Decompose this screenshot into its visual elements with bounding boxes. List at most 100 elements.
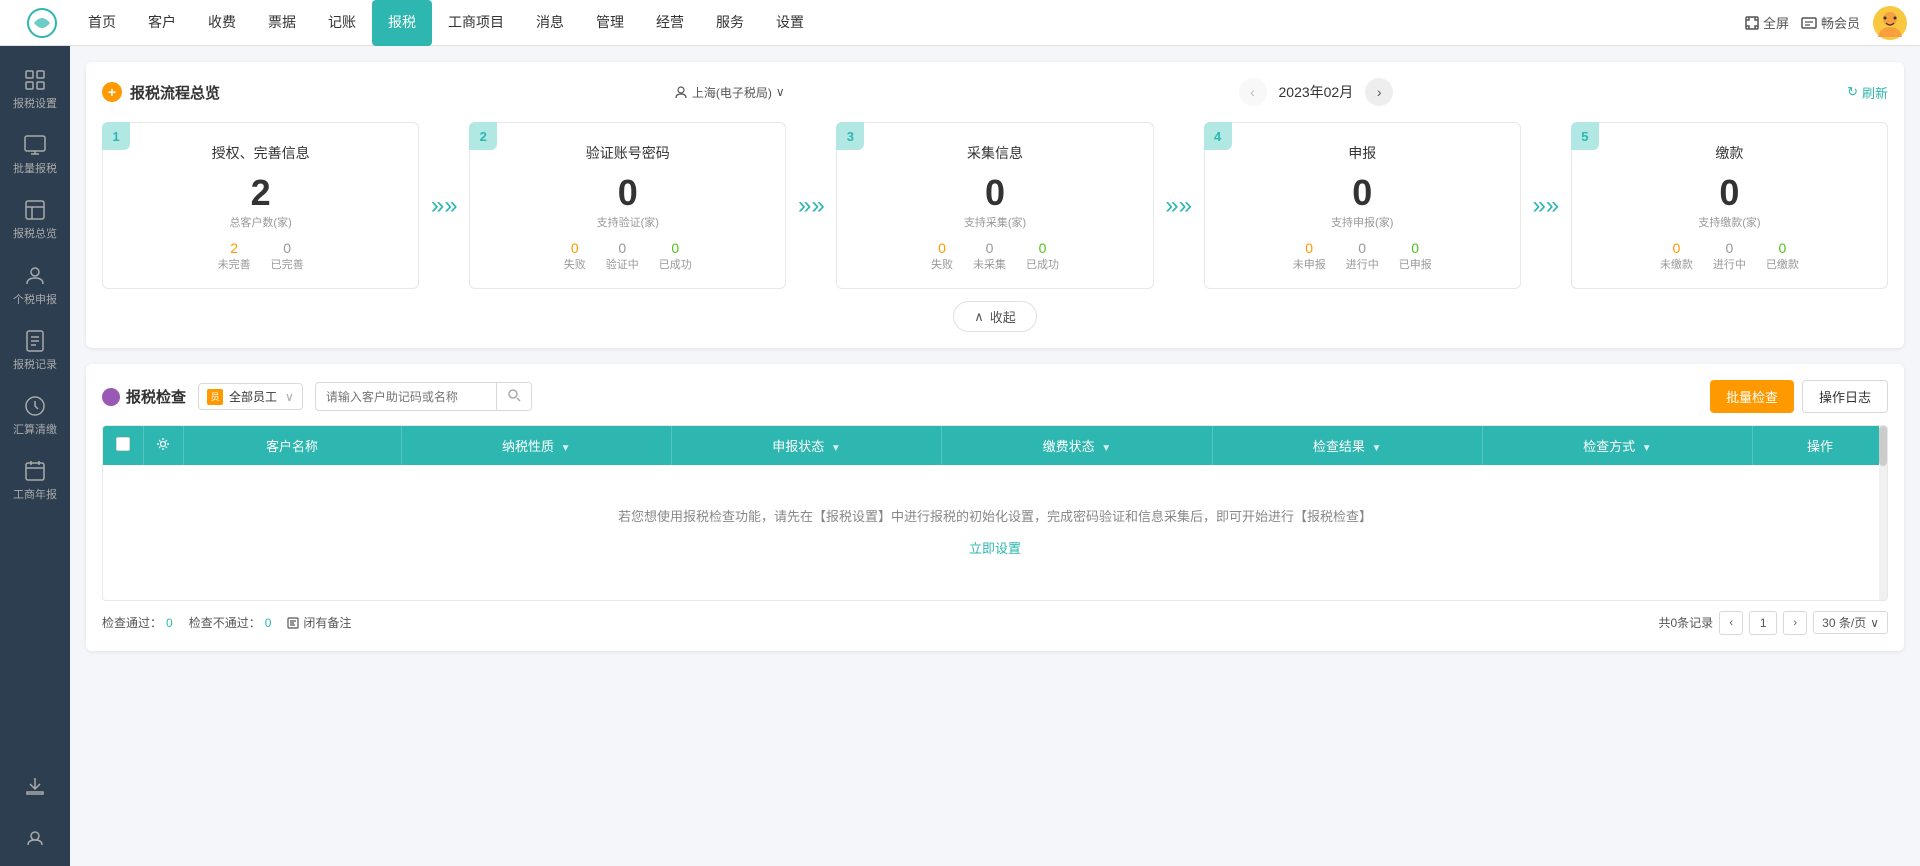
nav-item-收费[interactable]: 收费 [192, 0, 252, 46]
step-stat: 0 已成功 [1026, 240, 1059, 272]
step-stat: 0 已缴款 [1766, 240, 1799, 272]
search-input[interactable] [316, 385, 496, 409]
next-month-button[interactable]: › [1365, 78, 1393, 106]
nav-item-服务[interactable]: 服务 [700, 0, 760, 46]
prev-page-button[interactable]: ‹ [1719, 611, 1743, 635]
empty-tip-line1: 若您想使用报税检查功能，请先在【报税设置】中进行报税的初始化设置，完成密码验证和… [119, 505, 1871, 528]
nav-item-管理[interactable]: 管理 [580, 0, 640, 46]
step-card-3: 4 申报 0 支持申报(家) 0 未申报 0 进行中 0 已申报 [1204, 122, 1521, 289]
nav-item-票据[interactable]: 票据 [252, 0, 312, 46]
stat-label: 已成功 [659, 256, 692, 272]
sidebar-item-tax-settings[interactable]: 报税设置 [0, 56, 70, 121]
stat-value: 0 [1293, 240, 1326, 256]
location-arrow: ∨ [776, 85, 785, 99]
fullscreen-button[interactable]: 全屏 [1745, 13, 1789, 32]
stat-label: 进行中 [1346, 256, 1379, 272]
nav-item-经营[interactable]: 经营 [640, 0, 700, 46]
sidebar-item-batch-tax[interactable]: 批量报税 [0, 121, 70, 186]
pass-value[interactable]: 0 [166, 616, 173, 630]
page-size-arrow: ∨ [1870, 616, 1879, 630]
fail-value[interactable]: 0 [265, 616, 272, 630]
stat-label: 验证中 [606, 256, 639, 272]
step-subtitle-2: 支持采集(家) [853, 214, 1136, 230]
step-arrow-3: »» [1164, 122, 1194, 289]
notes-tag: 闭有备注 [287, 614, 351, 631]
step-card-0: 1 授权、完善信息 2 总客户数(家) 2 未完善 0 已完善 [102, 122, 419, 289]
overview-title: + 报税流程总览 [102, 82, 220, 103]
nav-item-报税[interactable]: 报税 [372, 0, 432, 46]
step-stat: 0 进行中 [1346, 240, 1379, 272]
step-title-0: 授权、完善信息 [119, 143, 402, 163]
step-card-4: 5 缴款 0 支持缴款(家) 0 未缴款 0 进行中 0 已缴款 [1571, 122, 1888, 289]
step-title-2: 采集信息 [853, 143, 1136, 163]
table-scroll: 若您想使用报税检查功能，请先在【报税设置】中进行报税的初始化设置，完成密码验证和… [103, 465, 1887, 600]
operation-log-button[interactable]: 操作日志 [1802, 380, 1888, 413]
nav-item-客户[interactable]: 客户 [132, 0, 192, 46]
collapse-button[interactable]: ∧ 收起 [953, 301, 1037, 332]
stat-value: 0 [564, 240, 586, 256]
plus-icon: + [102, 82, 122, 102]
step-stats-4: 0 未缴款 0 进行中 0 已缴款 [1588, 240, 1871, 272]
th-check-result[interactable]: 检查结果 ▼ [1212, 426, 1482, 465]
sidebar-item-annual-report[interactable]: 工商年报 [0, 447, 70, 512]
stat-label: 失败 [931, 256, 953, 272]
sidebar-item-settlement[interactable]: 汇算清缴 [0, 382, 70, 447]
stat-label: 已完善 [271, 256, 304, 272]
th-check-method[interactable]: 检查方式 ▼ [1482, 426, 1752, 465]
batch-check-button[interactable]: 批量检查 [1710, 380, 1794, 413]
nav-item-首页[interactable]: 首页 [72, 0, 132, 46]
search-button[interactable] [496, 383, 531, 410]
step-card-2: 3 采集信息 0 支持采集(家) 0 失败 0 未采集 0 已成功 [836, 122, 1153, 289]
overview-title-text: 报税流程总览 [130, 82, 220, 103]
stat-value: 0 [1026, 240, 1059, 256]
table-wrapper: 客户名称 纳税性质 ▼ 申报状态 ▼ 缴费状态 ▼ 检查结果 ▼ 检查方式 ▼ … [102, 425, 1888, 601]
next-page-button[interactable]: › [1783, 611, 1807, 635]
nav-item-工商项目[interactable]: 工商项目 [432, 0, 520, 46]
nav-item-设置[interactable]: 设置 [760, 0, 820, 46]
sidebar-label-tax-settings: 报税设置 [13, 98, 57, 111]
nav-item-消息[interactable]: 消息 [520, 0, 580, 46]
prev-month-button[interactable]: ‹ [1239, 78, 1267, 106]
th-pay-status[interactable]: 缴费状态 ▼ [942, 426, 1212, 465]
check-panel: 报税检查 员 全部员工 ∨ 批量检查 操作日志 [86, 364, 1904, 651]
scrollbar-thumb[interactable] [1879, 426, 1887, 466]
page-size-selector[interactable]: 30 条/页 ∨ [1813, 611, 1888, 634]
location-tag[interactable]: 上海(电子税局) ∨ [674, 84, 785, 101]
header-checkbox[interactable] [116, 437, 130, 451]
step-big-num-2: 0 [853, 171, 1136, 214]
sidebar-item-personal-report[interactable]: 个税申报 [0, 252, 70, 317]
member-button[interactable]: 畅会员 [1801, 13, 1860, 32]
nav-item-记账[interactable]: 记账 [312, 0, 372, 46]
step-number-2: 3 [836, 122, 864, 150]
step-arrow-4: »» [1531, 122, 1561, 289]
step-subtitle-4: 支持缴款(家) [1588, 214, 1871, 230]
sidebar-item-tax-record[interactable]: 报税记录 [0, 317, 70, 382]
check-footer: 检查通过： 0 检查不通过： 0 闭有备注 共0条记录 ‹ 1 › 3 [102, 611, 1888, 635]
setup-link[interactable]: 立即设置 [969, 541, 1021, 556]
sidebar-item-download[interactable] [0, 762, 70, 814]
step-subtitle-1: 支持验证(家) [486, 214, 769, 230]
staff-select[interactable]: 员 全部员工 ∨ [198, 383, 303, 410]
sidebar-label-annual-report: 工商年报 [13, 489, 57, 502]
stat-label: 失败 [564, 256, 586, 272]
arrow-icon: »» [798, 192, 825, 220]
th-tax-type[interactable]: 纳税性质 ▼ [401, 426, 671, 465]
overview-header: + 报税流程总览 上海(电子税局) ∨ ‹ 2023年02月 › ↻ 刷新 [102, 78, 1888, 106]
step-stat: 0 失败 [931, 240, 953, 272]
stat-value: 0 [606, 240, 639, 256]
check-title: 报税检查 [102, 386, 186, 407]
sidebar-item-location[interactable] [0, 814, 70, 866]
tax-record-icon [21, 327, 49, 355]
step-subtitle-3: 支持申报(家) [1221, 214, 1504, 230]
th-settings [143, 426, 183, 465]
sidebar-item-tax-overview[interactable]: 报税总览 [0, 186, 70, 251]
step-stat: 0 未缴款 [1660, 240, 1693, 272]
month-label: 2023年02月 [1279, 82, 1354, 102]
tax-settings-icon [21, 66, 49, 94]
scrollbar[interactable] [1879, 426, 1887, 600]
step-stats-2: 0 失败 0 未采集 0 已成功 [853, 240, 1136, 272]
th-declare-status[interactable]: 申报状态 ▼ [671, 426, 941, 465]
staff-icon: 员 [207, 389, 223, 405]
step-arrow-2: »» [796, 122, 826, 289]
refresh-button[interactable]: ↻ 刷新 [1847, 83, 1888, 102]
